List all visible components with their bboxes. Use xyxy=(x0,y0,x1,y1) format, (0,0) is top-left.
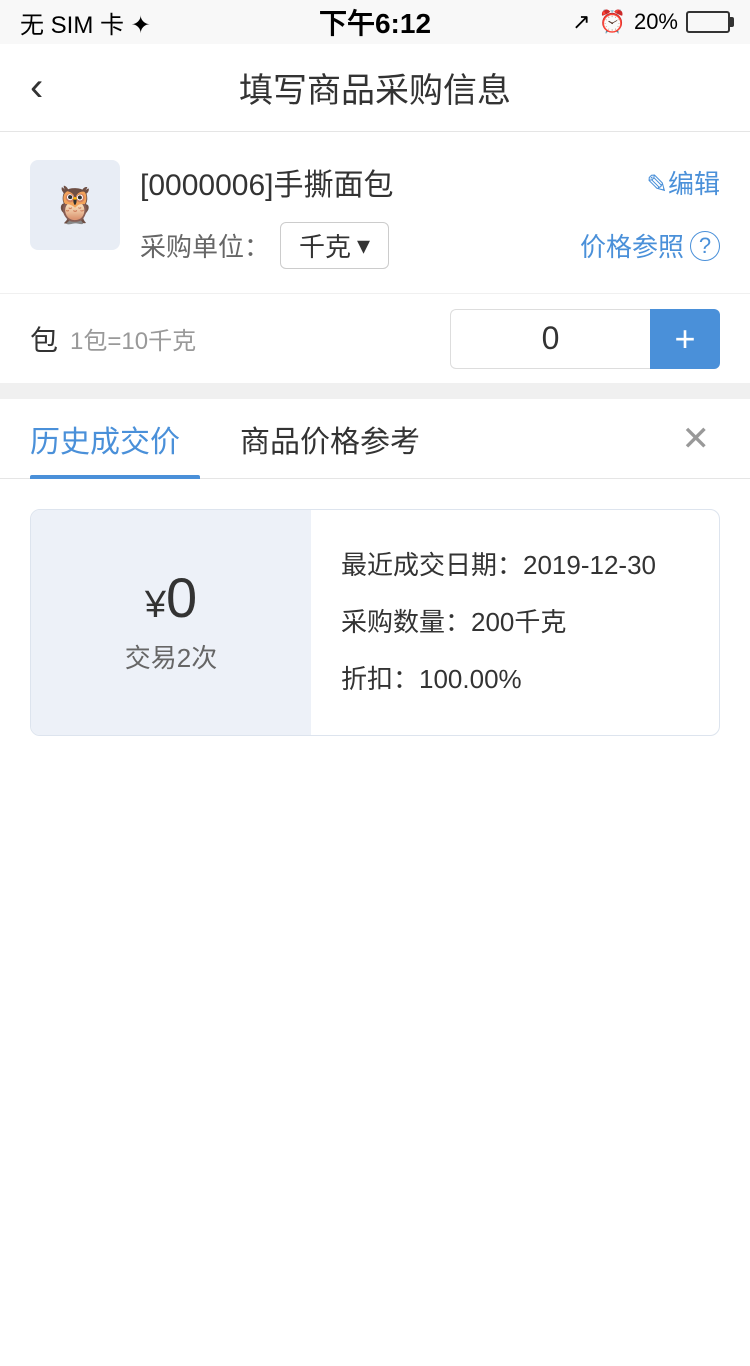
unit-note: 1包=10千克 xyxy=(70,321,196,356)
recent-date-row: 最近成交日期：2019-12-30 xyxy=(341,546,689,585)
price-main: ¥0 xyxy=(145,570,197,626)
tab-close-button[interactable]: ✕ xyxy=(672,419,721,459)
price-card-left: ¥0 交易2次 xyxy=(31,510,311,735)
product-icon: 🦉 xyxy=(53,184,98,226)
status-right: ↗ ⏰ 20% xyxy=(572,9,730,35)
product-section: 🦉 [0000006]手撕面包 ✎编辑 采购单位： 千克 ▾ 价格参照 xyxy=(0,132,750,293)
unit-select[interactable]: 千克 ▾ xyxy=(280,222,389,269)
edit-button[interactable]: ✎编辑 xyxy=(646,164,720,201)
status-left: 无 SIM 卡 ✦ xyxy=(20,5,151,40)
quantity-label: 包 1包=10千克 xyxy=(30,319,196,359)
trade-count: 交易2次 xyxy=(125,638,217,675)
battery-percent: 20% xyxy=(634,9,678,35)
price-ref-help-icon: ? xyxy=(690,231,720,261)
quantity-input[interactable]: 0 xyxy=(450,309,650,369)
price-ref-button[interactable]: 价格参照 ? xyxy=(580,227,720,264)
purchase-qty-row: 采购数量：200千克 xyxy=(341,603,689,642)
tab-product-price-ref[interactable]: 商品价格参考 xyxy=(240,399,440,479)
sim-status: 无 SIM 卡 ✦ xyxy=(20,5,151,40)
tabs-section: 历史成交价 商品价格参考 ✕ ¥0 交易2次 最近成交日期：2019-12-30… xyxy=(0,399,750,766)
status-bar: 无 SIM 卡 ✦ 下午6:12 ↗ ⏰ 20% xyxy=(0,0,750,44)
battery-icon xyxy=(686,11,730,33)
price-card: ¥0 交易2次 最近成交日期：2019-12-30 采购数量：200千克 折扣：… xyxy=(30,509,720,736)
tabs-header: 历史成交价 商品价格参考 ✕ xyxy=(0,399,750,479)
page-title: 填写商品采购信息 xyxy=(239,63,511,112)
header: ‹ 填写商品采购信息 xyxy=(0,44,750,132)
quantity-controls: 0 + xyxy=(450,309,720,369)
location-icon: ↗ xyxy=(572,9,590,35)
back-button[interactable]: ‹ xyxy=(30,65,43,110)
alarm-icon: ⏰ xyxy=(599,9,626,35)
product-thumbnail: 🦉 xyxy=(30,160,120,250)
discount-row: 折扣：100.00% xyxy=(341,660,689,699)
unit-label: 采购单位： 千克 ▾ xyxy=(140,222,389,269)
bottom-area xyxy=(0,766,750,1366)
product-info: [0000006]手撕面包 ✎编辑 采购单位： 千克 ▾ 价格参照 ? xyxy=(140,160,720,269)
status-time: 下午6:12 xyxy=(319,2,431,42)
quantity-section: 包 1包=10千克 0 + xyxy=(0,293,750,383)
price-card-right: 最近成交日期：2019-12-30 采购数量：200千克 折扣：100.00% xyxy=(311,510,719,735)
tab-history-price[interactable]: 历史成交价 xyxy=(30,399,200,479)
divider xyxy=(0,383,750,399)
quantity-plus-button[interactable]: + xyxy=(650,309,720,369)
history-content: ¥0 交易2次 最近成交日期：2019-12-30 采购数量：200千克 折扣：… xyxy=(0,479,750,766)
product-name: [0000006]手撕面包 xyxy=(140,160,393,204)
